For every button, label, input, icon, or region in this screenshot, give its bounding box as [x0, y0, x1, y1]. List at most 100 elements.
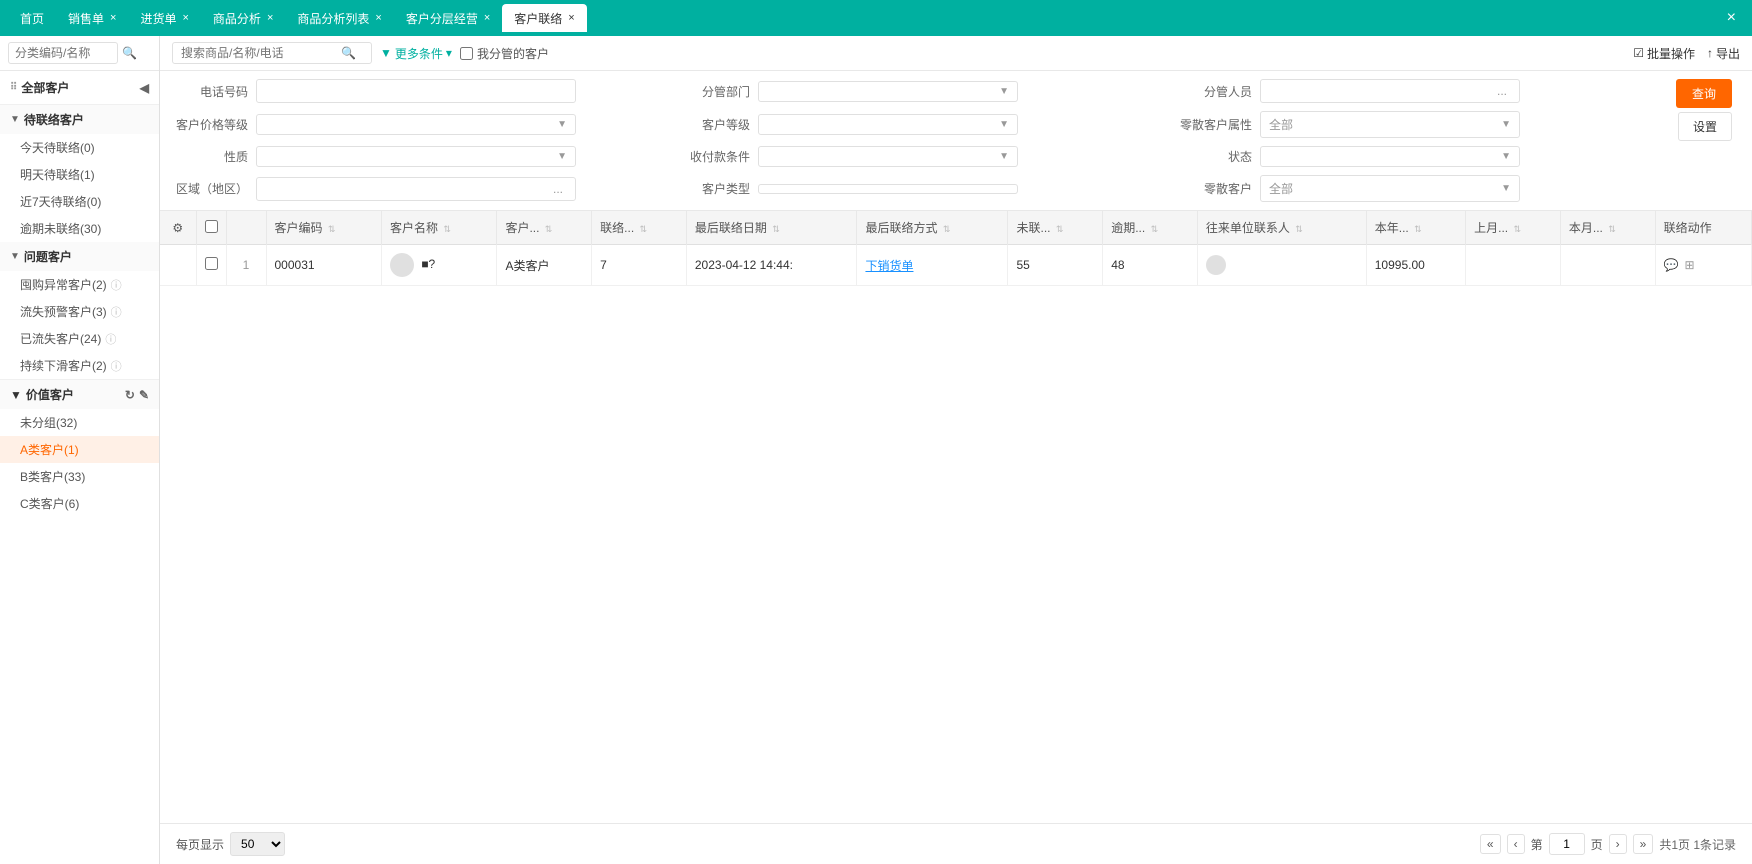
edit-icon[interactable]: ✎	[139, 388, 149, 402]
sidebar-collapse-icon[interactable]: ◀	[140, 81, 149, 95]
sidebar-group-problem[interactable]: ▼ 问题客户	[0, 242, 159, 271]
close-tab-5[interactable]: ×	[568, 12, 574, 24]
chat-action-icon[interactable]: 💬	[1664, 258, 1679, 272]
query-button[interactable]: 查询	[1676, 79, 1732, 108]
info-icon-1: ⓘ	[111, 304, 122, 320]
export-icon: ↑	[1707, 46, 1713, 60]
export-btn[interactable]: ↑ 导出	[1707, 45, 1740, 62]
table-row: 1 000031 ■? A类客户 7 2023-04-12 14:44: 下销货…	[160, 245, 1752, 286]
grid-action-icon[interactable]: ⊞	[1685, 258, 1695, 272]
person-dots[interactable]: ...	[1493, 84, 1511, 98]
phone-input[interactable]	[256, 79, 576, 103]
nav-tab-0[interactable]: 销售单 ×	[56, 4, 128, 32]
row-checkbox-cell[interactable]	[196, 245, 226, 286]
col-customer-type[interactable]: 客户... ⇅	[497, 211, 592, 245]
level-select[interactable]: ▼	[758, 114, 1018, 135]
filter-nature: 性质 ▼	[176, 146, 662, 167]
sidebar-item-7days[interactable]: 近7天待联络(0)	[0, 188, 159, 215]
nav-tab-1[interactable]: 进货单 ×	[128, 4, 200, 32]
sidebar-all-customers[interactable]: ⠿ 全部客户 ◀	[0, 71, 159, 105]
col-select-all[interactable]	[196, 211, 226, 245]
row-type: A类客户	[497, 245, 592, 286]
first-page-btn[interactable]: «	[1480, 834, 1501, 854]
col-unit-contact[interactable]: 往来单位联系人 ⇅	[1197, 211, 1366, 245]
close-tab-0[interactable]: ×	[110, 12, 116, 24]
more-filters-btn[interactable]: ▼ 更多条件 ▾	[380, 45, 452, 62]
row-contact: 7	[592, 245, 687, 286]
sidebar-item-c-class[interactable]: C类客户(6)	[0, 490, 159, 517]
my-customers-checkbox[interactable]: 我分管的客户	[460, 45, 549, 62]
select-all-checkbox[interactable]	[205, 220, 218, 233]
row-checkbox[interactable]	[205, 257, 218, 270]
page-num-input[interactable]	[1549, 833, 1585, 855]
sidebar-item-declining[interactable]: 持续下滑客户(2) ⓘ	[0, 352, 159, 379]
sidebar-item-ungroup[interactable]: 未分组(32)	[0, 409, 159, 436]
prev-page-btn[interactable]: ‹	[1507, 834, 1525, 854]
col-uncontacted[interactable]: 未联... ⇅	[1008, 211, 1103, 245]
nav-tab-3[interactable]: 商品分析列表 ×	[285, 4, 393, 32]
sidebar-search-input[interactable]	[8, 42, 118, 64]
customer-table: ⚙ 客户编码 ⇅ 客户名称 ⇅ 客户... ⇅	[160, 211, 1752, 286]
last-page-btn[interactable]: »	[1633, 834, 1654, 854]
col-this-month[interactable]: 本月... ⇅	[1560, 211, 1655, 245]
close-tab-3[interactable]: ×	[375, 12, 381, 24]
col-last-method[interactable]: 最后联络方式 ⇅	[857, 211, 1008, 245]
sidebar-group-pending[interactable]: ▼ 待联络客户	[0, 105, 159, 134]
nav-home[interactable]: 首页	[8, 4, 56, 32]
sidebar: 🔍 ⠿ 全部客户 ◀ ▼ 待联络客户 今天待联络(0) 明天待联络(1) 近7天…	[0, 36, 160, 864]
col-overdue[interactable]: 逾期... ⇅	[1103, 211, 1198, 245]
page-size-select[interactable]: 50 100 200	[230, 832, 285, 856]
region-select[interactable]: ...	[256, 177, 576, 201]
sidebar-item-tomorrow[interactable]: 明天待联络(1)	[0, 161, 159, 188]
close-tab-1[interactable]: ×	[182, 12, 188, 24]
col-this-year[interactable]: 本年... ⇅	[1366, 211, 1465, 245]
sidebar-item-a-class[interactable]: A类客户(1)	[0, 436, 159, 463]
top-nav: 首页 销售单 × 进货单 × 商品分析 × 商品分析列表 × 客户分层经营 × …	[0, 0, 1752, 36]
next-page-btn[interactable]: ›	[1609, 834, 1627, 854]
region-dots[interactable]: ...	[549, 182, 567, 196]
close-tab-2[interactable]: ×	[267, 12, 273, 24]
payment-select[interactable]: ▼	[758, 146, 1018, 167]
col-contact[interactable]: 联络... ⇅	[592, 211, 687, 245]
sort-method-icon: ⇅	[943, 224, 951, 234]
search-icon[interactable]: 🔍	[341, 46, 356, 60]
refresh-icon[interactable]: ↻	[125, 388, 135, 402]
customer-type-select[interactable]	[758, 184, 1018, 194]
status-select[interactable]: ▼	[1260, 146, 1520, 167]
row-last-method[interactable]: 下销货单	[857, 245, 1008, 286]
close-tab-4[interactable]: ×	[484, 12, 490, 24]
price-level-select[interactable]: ▼	[256, 114, 576, 135]
sidebar-item-abnormal[interactable]: 囤购异常客户(2) ⓘ	[0, 271, 159, 298]
sidebar-item-churned[interactable]: 已流失客户(24) ⓘ	[0, 325, 159, 352]
nature-select[interactable]: ▼	[256, 146, 576, 167]
search-input[interactable]	[181, 46, 341, 60]
batch-op-btn[interactable]: ☑ 批量操作	[1633, 45, 1695, 62]
sidebar-group-value[interactable]: ▼ 价值客户 ↻ ✎	[0, 379, 159, 409]
col-customer-name[interactable]: 客户名称 ⇅	[381, 211, 496, 245]
sidebar-item-b-class[interactable]: B类客户(33)	[0, 463, 159, 490]
zero-attr-select[interactable]: 全部 ▼	[1260, 111, 1520, 138]
sidebar-item-overdue[interactable]: 逾期未联络(30)	[0, 215, 159, 242]
row-this-month	[1560, 245, 1655, 286]
my-customers-check[interactable]	[460, 47, 473, 60]
sidebar-search-icon[interactable]: 🔍	[122, 46, 137, 60]
col-last-date[interactable]: 最后联络日期 ⇅	[686, 211, 857, 245]
dept-select[interactable]: ▼	[758, 81, 1018, 102]
settings-button[interactable]: 设置	[1678, 112, 1732, 141]
nav-tab-5[interactable]: 客户联络 ×	[502, 4, 586, 32]
zero-customer-select[interactable]: 全部 ▼	[1260, 175, 1520, 202]
filter-status: 状态 ▼	[1180, 146, 1666, 167]
inline-actions: 💬 ⊞	[1664, 258, 1743, 272]
filter-region: 区域（地区） ...	[176, 177, 662, 201]
nav-tab-2[interactable]: 商品分析 ×	[201, 4, 285, 32]
sidebar-item-today[interactable]: 今天待联络(0)	[0, 134, 159, 161]
col-last-month[interactable]: 上月... ⇅	[1466, 211, 1561, 245]
filter-row-4: 区域（地区） ... 客户类型	[176, 175, 1666, 202]
sidebar-item-churn-warning[interactable]: 流失预警客户(3) ⓘ	[0, 298, 159, 325]
window-close[interactable]: ×	[1719, 9, 1744, 27]
col-gear[interactable]: ⚙	[160, 211, 196, 245]
person-select[interactable]: ...	[1260, 79, 1520, 103]
col-customer-code[interactable]: 客户编码 ⇅	[266, 211, 381, 245]
content-area: 🔍 ▼ 更多条件 ▾ 我分管的客户 ☑ 批量操作 ↑ 导出	[160, 36, 1752, 864]
nav-tab-4[interactable]: 客户分层经营 ×	[394, 4, 502, 32]
